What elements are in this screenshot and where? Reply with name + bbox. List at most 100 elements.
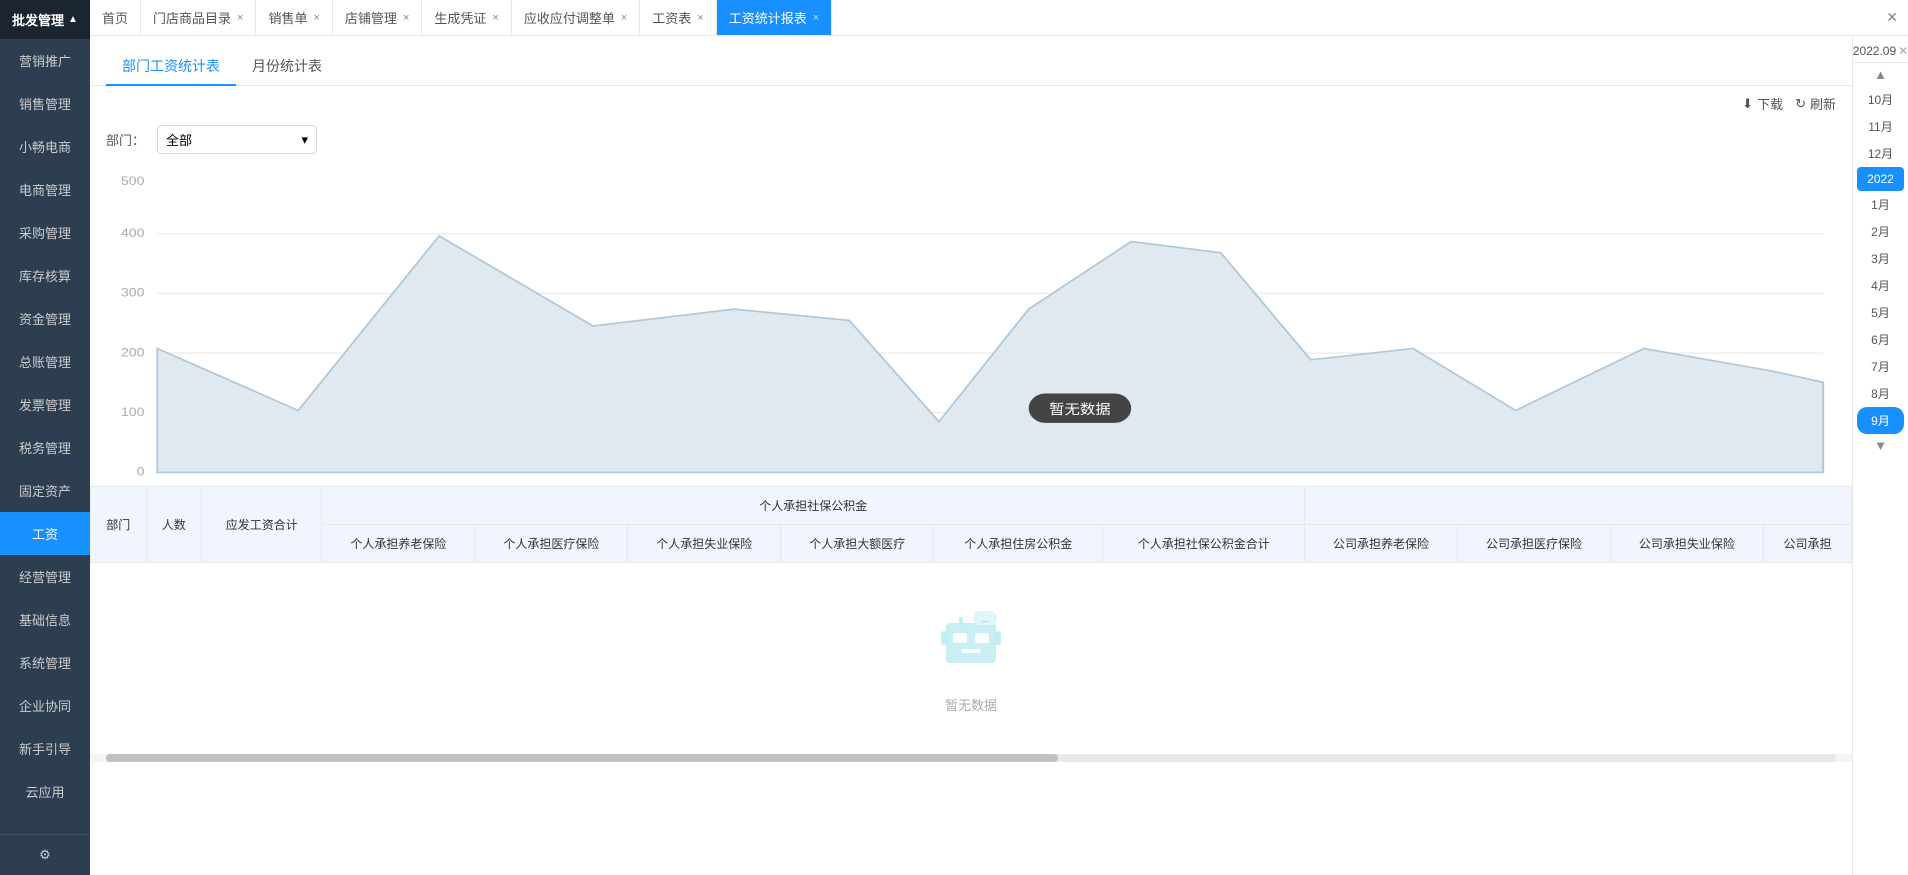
tab-close-icon[interactable]: × [313, 12, 319, 24]
svg-text:100: 100 [121, 405, 144, 419]
tab-生成凭证[interactable]: 生成凭证 × [422, 0, 511, 36]
tab-门店商品目录[interactable]: 门店商品目录 × [141, 0, 256, 36]
sidebar-item-云应用[interactable]: 云应用 [0, 770, 90, 813]
download-button[interactable]: ⬇ 下载 [1742, 94, 1783, 113]
sidebar-item-税务管理[interactable]: 税务管理 [0, 426, 90, 469]
col-部门: 部门 [91, 487, 147, 563]
svg-text:500: 500 [121, 174, 144, 188]
dept-select-value: 全部 [166, 130, 192, 149]
dept-select[interactable]: 全部 ▾ [157, 125, 317, 154]
tab-close-active-icon[interactable]: × [813, 12, 819, 24]
chevron-down-icon: ▾ [301, 132, 308, 148]
content-area: 部门工资统计表 月份统计表 ⬇ 下载 ↻ 刷新 部门： [90, 36, 1908, 875]
tab-销售单[interactable]: 销售单 × [256, 0, 332, 36]
gear-icon: ⚙ [39, 847, 51, 862]
close-all-icon[interactable]: ✕ [1886, 9, 1898, 26]
chart-area: 0 100 200 300 400 500 [90, 166, 1852, 486]
date-month-8月[interactable]: 8月 [1853, 380, 1908, 407]
sidebar-item-资金管理[interactable]: 资金管理 [0, 297, 90, 340]
date-panel: 2022.09 ✕ ▲ 10月 11月 12月 2022 1月 2月 [1852, 36, 1908, 875]
sidebar-item-发票管理[interactable]: 发票管理 [0, 383, 90, 426]
tab-首页[interactable]: 首页 [90, 0, 141, 36]
col-公司承担: 公司承担 [1763, 525, 1851, 563]
date-month-6月[interactable]: 6月 [1853, 326, 1908, 353]
sidebar-item-系统管理[interactable]: 系统管理 [0, 641, 90, 684]
tab-close-icon[interactable]: × [697, 12, 703, 24]
col-个人承担社保公积金合计: 个人承担社保公积金合计 [1103, 525, 1305, 563]
date-nav-down[interactable]: ▼ [1853, 434, 1908, 457]
empty-icon: ... [931, 603, 1011, 683]
tab-close-icon[interactable]: × [237, 12, 243, 24]
empty-state: ... 暂无数据 [90, 563, 1852, 754]
sidebar-header[interactable]: 批发管理 ▲ [0, 0, 90, 39]
sidebar-item-电商管理[interactable]: 电商管理 [0, 168, 90, 211]
sidebar-item-销售管理[interactable]: 销售管理 [0, 82, 90, 125]
horizontal-scrollbar[interactable] [90, 754, 1852, 762]
col-个人承担失业保险: 个人承担失业保险 [628, 525, 781, 563]
tab-close-icon[interactable]: × [621, 12, 627, 24]
date-month-12月[interactable]: 12月 [1853, 140, 1908, 167]
sidebar: 批发管理 ▲ 营销推广 销售管理 小畅电商 电商管理 采购管理 库存核算 资金管… [0, 0, 90, 875]
sidebar-item-库存核算[interactable]: 库存核算 [0, 254, 90, 297]
svg-text:200: 200 [121, 345, 144, 359]
main-area: 首页 门店商品目录 × 销售单 × 店铺管理 × 生成凭证 × 应收应付调整单 … [90, 0, 1908, 875]
sidebar-item-经营管理[interactable]: 经营管理 [0, 555, 90, 598]
dept-label: 部门： [106, 130, 145, 149]
sidebar-item-基础信息[interactable]: 基础信息 [0, 598, 90, 641]
tab-工资表[interactable]: 工资表 × [640, 0, 716, 36]
col-人数: 人数 [146, 487, 202, 563]
sidebar-item-营销推广[interactable]: 营销推广 [0, 39, 90, 82]
sidebar-item-小畅电商[interactable]: 小畅电商 [0, 125, 90, 168]
date-month-2月[interactable]: 2月 [1853, 218, 1908, 245]
tab-close-icon[interactable]: × [403, 12, 409, 24]
date-month-10月[interactable]: 10月 [1853, 86, 1908, 113]
col-个人承担养老保险: 个人承担养老保险 [322, 525, 475, 563]
svg-text:300: 300 [121, 286, 144, 300]
col-公司承担失业保险: 公司承担失业保险 [1610, 525, 1763, 563]
download-icon: ⬇ [1742, 96, 1753, 112]
col-公司承担医疗保险: 公司承担医疗保险 [1458, 525, 1611, 563]
sidebar-item-采购管理[interactable]: 采购管理 [0, 211, 90, 254]
date-nav-up[interactable]: ▲ [1853, 63, 1908, 86]
tab-close-icon[interactable]: × [492, 12, 498, 24]
scrollbar-thumb[interactable] [106, 754, 1058, 762]
refresh-button[interactable]: ↻ 刷新 [1795, 94, 1836, 113]
col-公司承担养老保险: 公司承担养老保险 [1305, 525, 1458, 563]
sidebar-title: 批发管理 [12, 10, 64, 29]
data-table: 部门 人数 应发工资合计 个人承担社保公积金 个人承担养老保险 个人承担医疗保险… [90, 486, 1852, 563]
date-month-5月[interactable]: 5月 [1853, 299, 1908, 326]
col-group-公司承担 [1305, 487, 1852, 525]
col-group-个人承担社保公积金: 个人承担社保公积金 [322, 487, 1305, 525]
svg-text:400: 400 [121, 226, 144, 240]
sidebar-item-新手引导[interactable]: 新手引导 [0, 727, 90, 770]
sidebar-item-工资[interactable]: 工资 [0, 512, 90, 555]
tab-店铺管理[interactable]: 店铺管理 × [333, 0, 422, 36]
date-year-2022[interactable]: 2022 [1857, 167, 1904, 191]
table-container: 部门 人数 应发工资合计 个人承担社保公积金 个人承担养老保险 个人承担医疗保险… [90, 486, 1852, 778]
tab-bar: 首页 门店商品目录 × 销售单 × 店铺管理 × 生成凭证 × 应收应付调整单 … [90, 0, 1908, 36]
date-month-9月[interactable]: 9月 [1857, 407, 1904, 434]
date-month-11月[interactable]: 11月 [1853, 113, 1908, 140]
filter-bar: 部门： 全部 ▾ [90, 121, 1852, 166]
col-应发工资合计: 应发工资合计 [202, 487, 322, 563]
scrollbar-track [106, 754, 1836, 762]
settings-button[interactable]: ⚙ [0, 834, 90, 875]
tab-bar-end: ✕ [1876, 9, 1908, 26]
sidebar-item-总账管理[interactable]: 总账管理 [0, 340, 90, 383]
date-month-7月[interactable]: 7月 [1853, 353, 1908, 380]
sub-tab-月份统计表[interactable]: 月份统计表 [236, 48, 338, 86]
date-panel-title: 2022.09 [1853, 44, 1896, 58]
date-close-icon[interactable]: ✕ [1898, 44, 1908, 58]
refresh-icon: ↻ [1795, 96, 1806, 112]
date-month-4月[interactable]: 4月 [1853, 272, 1908, 299]
sidebar-item-固定资产[interactable]: 固定资产 [0, 469, 90, 512]
svg-text:0: 0 [137, 465, 145, 478]
sub-tab-部门工资统计表[interactable]: 部门工资统计表 [106, 48, 236, 86]
tab-工资统计报表[interactable]: 工资统计报表 × [717, 0, 832, 36]
sidebar-item-企业协同[interactable]: 企业协同 [0, 684, 90, 727]
date-month-1月[interactable]: 1月 [1853, 191, 1908, 218]
date-month-3月[interactable]: 3月 [1853, 245, 1908, 272]
empty-text: 暂无数据 [945, 695, 997, 714]
tab-应收应付调整单[interactable]: 应收应付调整单 × [512, 0, 640, 36]
toolbar: ⬇ 下载 ↻ 刷新 [90, 86, 1852, 121]
